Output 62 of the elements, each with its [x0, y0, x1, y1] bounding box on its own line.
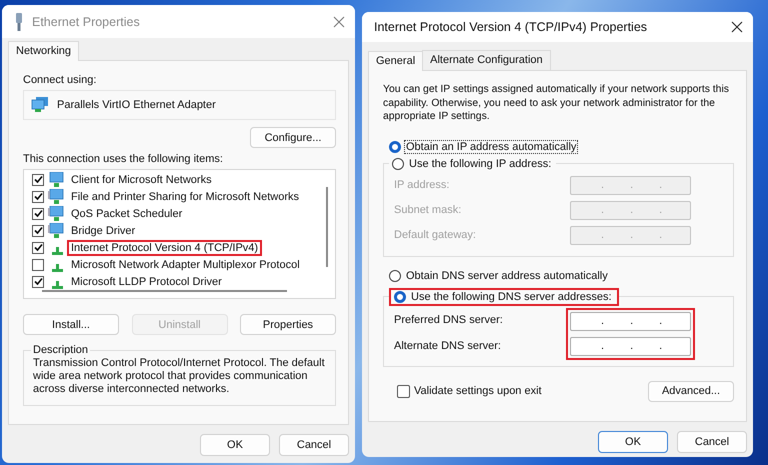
computer-icon [48, 222, 66, 238]
advanced-button[interactable]: Advanced... [648, 380, 734, 402]
field-label: Alternate DNS server: [394, 339, 502, 354]
checkbox[interactable] [32, 276, 44, 288]
computer-icon [48, 172, 66, 188]
checkbox[interactable] [32, 224, 44, 236]
tab[interactable]: Alternate Configuration [422, 50, 551, 70]
computer-icon [48, 206, 66, 222]
checkbox[interactable] [32, 208, 44, 220]
network-protocol-icon [52, 264, 63, 272]
action-button[interactable]: Properties [240, 314, 336, 335]
scrollbar[interactable] [42, 290, 287, 292]
dns-server-field[interactable]: . . . [570, 336, 691, 356]
field-label: Subnet mask: [394, 204, 462, 216]
configure-button[interactable]: Configure... [250, 127, 336, 148]
field-label: IP address: [394, 179, 450, 191]
tab[interactable]: General [368, 51, 424, 71]
cable-icon [14, 12, 24, 30]
list-item[interactable]: Client for Microsoft Networks [67, 172, 216, 188]
network-protocol-icon [52, 280, 63, 288]
computer-icon [48, 188, 66, 204]
field-label: Preferred DNS server: [394, 313, 503, 328]
checkbox-label[interactable]: Validate settings upon exit [412, 384, 544, 398]
radio-button[interactable] [392, 158, 404, 170]
list-item[interactable]: File and Printer Sharing for Microsoft Networks [67, 188, 304, 204]
radio-button[interactable] [389, 140, 401, 152]
group-title: Description [32, 344, 90, 356]
checkbox[interactable] [32, 242, 44, 254]
adapter-name: Parallels VirtIO Ethernet Adapter [57, 99, 216, 111]
list-item[interactable]: Internet Protocol Version 4 (TCP/IPv4) [67, 240, 262, 256]
list-item[interactable]: QoS Packet Scheduler [67, 206, 186, 222]
description-text: Transmission Control Protocol/Internet Protocol. The default wide area network protocol that provides communication across diverse interconnected networks. [33, 357, 326, 396]
dialog-button[interactable]: OK [200, 434, 270, 456]
label: This connection uses the following items: [23, 153, 223, 165]
checkbox[interactable] [32, 258, 44, 270]
dialog-button[interactable]: OK [598, 431, 668, 453]
action-button[interactable]: Install... [23, 314, 119, 335]
network-adapter-icon [31, 97, 49, 113]
window-title: Internet Protocol Version 4 (TCP/IPv4) Properties [374, 20, 648, 34]
close-icon[interactable] [731, 21, 743, 33]
list-item[interactable]: Microsoft LLDP Protocol Driver [67, 274, 226, 290]
field-label: Default gateway: [394, 229, 476, 241]
checkbox[interactable] [32, 174, 44, 186]
scrollbar[interactable] [326, 187, 328, 267]
label: Connect using: [23, 74, 96, 86]
radio-label[interactable]: Use the following IP address: [407, 156, 554, 170]
dialog-button[interactable]: Cancel [677, 431, 747, 453]
radio-label[interactable]: Obtain DNS server address automatically [404, 268, 610, 282]
checkbox[interactable] [397, 384, 410, 398]
radio-label[interactable]: Use the following DNS server addresses: [409, 290, 614, 304]
radio-button[interactable] [389, 270, 401, 282]
tab[interactable]: Networking [8, 41, 80, 61]
checkbox[interactable] [32, 190, 44, 202]
radio-label[interactable]: Obtain an IP address automatically [404, 140, 578, 154]
dialog-button[interactable]: Cancel [279, 434, 349, 456]
radio-button[interactable] [394, 290, 406, 302]
dns-server-field[interactable]: . . . [570, 312, 691, 330]
list-item[interactable]: Microsoft Network Adapter Multiplexor Protocol [67, 256, 304, 272]
intro-text: You can get IP settings assigned automatically if your network supports this capability. Otherwise, you need to ask your network administrator for the appropriate IP settings. [383, 83, 730, 124]
window-title: Ethernet Properties [32, 14, 141, 28]
list-item[interactable]: Bridge Driver [67, 222, 140, 238]
network-protocol-icon [52, 246, 63, 254]
